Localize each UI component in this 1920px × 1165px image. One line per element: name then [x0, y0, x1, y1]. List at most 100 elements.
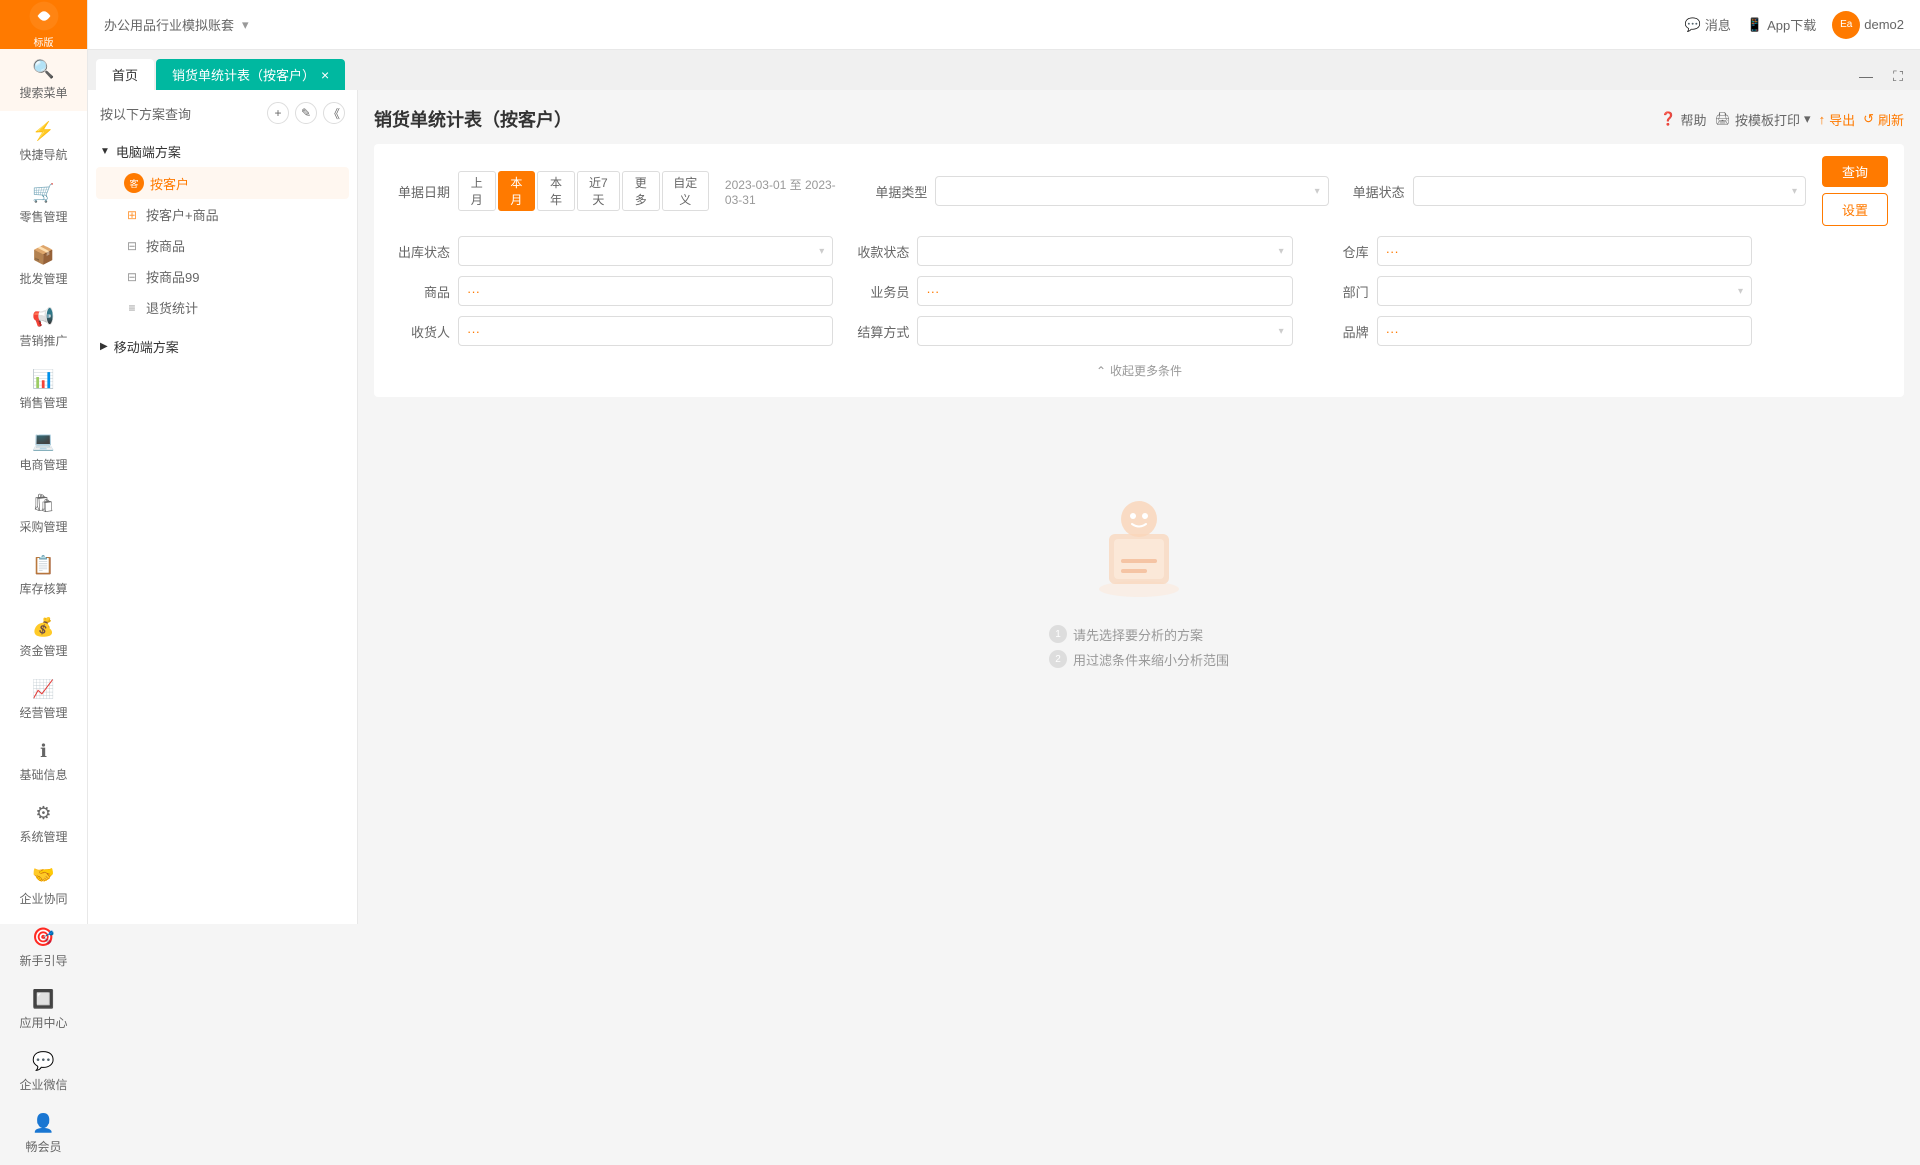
sidebar: 标版 🔍 搜索菜单 ⚡ 快捷导航 🛒 零售管理 📦 批发管理 📢 营销推广 📊 …	[0, 0, 88, 924]
right-panel: 销货单统计表（按客户） ❓ 帮助 🖨 按模板打印 ▾ ↑ 导出	[358, 90, 1920, 924]
marketing-icon: 📢	[32, 307, 54, 328]
tab-expand-btn[interactable]: ⛶	[1884, 62, 1912, 90]
help-btn[interactable]: ❓ 帮助	[1660, 110, 1706, 129]
warehouse-control[interactable]: ···	[1377, 236, 1752, 266]
date-btn-group: 上月 本月 本年 近7天 更多 自定义	[458, 171, 709, 211]
tab-home[interactable]: 首页	[96, 59, 154, 90]
sidebar-item-label: 新手引导	[19, 952, 67, 969]
tree-item-label: 按商品	[146, 236, 185, 255]
app-download-btn[interactable]: 📱 App下载	[1747, 15, 1816, 34]
payment-control[interactable]: ▾	[917, 316, 1292, 346]
sidebar-item-system[interactable]: ⚙ 系统管理	[0, 793, 87, 855]
print-btn[interactable]: 🖨 按模板打印 ▾	[1715, 110, 1811, 129]
tip-num-1: 1	[1049, 625, 1067, 643]
date-btn-this-year[interactable]: 本年	[537, 171, 575, 211]
sidebar-item-finance[interactable]: 💰 资金管理	[0, 607, 87, 669]
logo-text: 标版	[34, 34, 54, 49]
tab-bar: 首页 销货单统计表（按客户） × — ⛶	[88, 50, 1920, 90]
sidebar-item-label: 批发管理	[19, 270, 67, 287]
table2-icon: ⊟	[124, 269, 140, 285]
department-control[interactable]: ▾	[1377, 276, 1752, 306]
sidebar-item-label: 库存核算	[19, 580, 67, 597]
brand-control[interactable]: ···	[1377, 316, 1752, 346]
receipt-status-control[interactable]: ▾	[917, 236, 1292, 266]
sidebar-item-label: 企业微信	[19, 1076, 67, 1093]
add-scheme-btn[interactable]: +	[267, 102, 289, 124]
sidebar-item-newbie[interactable]: 🎯 新手引导	[0, 917, 87, 979]
sidebar-item-purchase[interactable]: 🛍 采购管理	[0, 483, 87, 545]
sidebar-item-enterprise[interactable]: 🤝 企业协同	[0, 855, 87, 917]
collapse-panel-btn[interactable]: 《	[323, 102, 345, 124]
tree-item-by-goods99[interactable]: ⊟ 按商品99	[88, 261, 357, 292]
message-btn[interactable]: 💬 消息	[1685, 15, 1731, 34]
refresh-btn[interactable]: ↺ 刷新	[1863, 110, 1904, 129]
filter-row-1: 单据日期 上月 本月 本年 近7天 更多 自定义 2023-03-01 至 20…	[390, 156, 1888, 226]
topbar-right: 💬 消息 📱 App下载 Ea demo2	[1685, 11, 1904, 39]
tree-item-by-customer[interactable]: 客 按客户	[96, 167, 349, 199]
receiver-control[interactable]: ···	[458, 316, 833, 346]
order-status-label: 单据状态	[1345, 182, 1405, 201]
tree-expand-icon: ▼	[100, 146, 110, 157]
tab-sales-report[interactable]: 销货单统计表（按客户） ×	[156, 59, 345, 90]
date-btn-more[interactable]: 更多	[622, 171, 660, 211]
logo: 标版	[0, 0, 87, 49]
date-btn-7days[interactable]: 近7天	[577, 171, 620, 211]
sidebar-item-operations[interactable]: 📈 经营管理	[0, 669, 87, 731]
tree-parent-desktop[interactable]: ▼ 电脑端方案	[88, 136, 357, 167]
sidebar-item-member[interactable]: 👤 畅会员	[0, 1103, 87, 1165]
sidebar-item-label: 系统管理	[19, 828, 67, 845]
department-label: 部门	[1309, 282, 1369, 301]
sidebar-item-sales[interactable]: 📊 销售管理	[0, 359, 87, 421]
sidebar-item-marketing[interactable]: 📢 营销推广	[0, 297, 87, 359]
sidebar-item-retail[interactable]: 🛒 零售管理	[0, 173, 87, 235]
sidebar-item-label: 应用中心	[19, 1014, 67, 1031]
sidebar-item-search[interactable]: 🔍 搜索菜单	[0, 49, 87, 111]
export-btn[interactable]: ↑ 导出	[1819, 110, 1856, 129]
user-menu[interactable]: Ea demo2	[1832, 11, 1904, 39]
sidebar-item-ecommerce[interactable]: 💻 电商管理	[0, 421, 87, 483]
tree-item-customer-goods[interactable]: ⊞ 按客户+商品	[88, 199, 357, 230]
sidebar-item-wechat[interactable]: 💬 企业微信	[0, 1041, 87, 1103]
edit-scheme-btn[interactable]: ✎	[295, 102, 317, 124]
out-status-arrow: ▾	[819, 246, 824, 257]
filter-item-brand: 品牌 ···	[1309, 316, 1752, 346]
sidebar-item-wholesale[interactable]: 📦 批发管理	[0, 235, 87, 297]
table-icon: ⊟	[124, 238, 140, 254]
date-btn-custom[interactable]: 自定义	[662, 171, 709, 211]
app-center-icon: 🔲	[32, 989, 54, 1010]
customer-icon: 客	[124, 173, 144, 193]
industry-dropdown-icon[interactable]: ▾	[242, 17, 249, 33]
date-btn-last-month[interactable]: 上月	[458, 171, 496, 211]
order-type-control[interactable]: ▾	[935, 176, 1328, 206]
sales-icon: 📊	[32, 369, 54, 390]
receiver-dots: ···	[467, 324, 480, 339]
brand-label: 品牌	[1309, 322, 1369, 341]
tree-parent-mobile[interactable]: ▶ 移动端方案	[88, 331, 357, 362]
sidebar-item-app-center[interactable]: 🔲 应用中心	[0, 979, 87, 1041]
settings-button[interactable]: 设置	[1822, 193, 1888, 226]
salesperson-control[interactable]: ···	[917, 276, 1292, 306]
tree-item-returns[interactable]: ≡ 退货统计	[88, 292, 357, 323]
date-btn-this-month[interactable]: 本月	[498, 171, 536, 211]
sidebar-item-label: 采购管理	[19, 518, 67, 535]
out-status-control[interactable]: ▾	[458, 236, 833, 266]
sidebar-item-quick-nav[interactable]: ⚡ 快捷导航	[0, 111, 87, 173]
sidebar-item-inventory[interactable]: 📋 库存核算	[0, 545, 87, 607]
sidebar-item-label: 经营管理	[19, 704, 67, 721]
tree-item-by-goods[interactable]: ⊟ 按商品	[88, 230, 357, 261]
tip-text-1: 请先选择要分析的方案	[1073, 625, 1203, 644]
collapse-label: 收起更多条件	[1110, 362, 1182, 379]
search-icon: 🔍	[32, 59, 54, 80]
order-status-control[interactable]: ▾	[1413, 176, 1806, 206]
filter-item-receiver: 收货人 ···	[390, 316, 833, 346]
sidebar-item-basic-info[interactable]: ℹ 基础信息	[0, 731, 87, 793]
goods-control[interactable]: ···	[458, 276, 833, 306]
query-button[interactable]: 查询	[1822, 156, 1888, 187]
collapse-btn[interactable]: ⌃ 收起更多条件	[390, 356, 1888, 385]
page-title: 销货单统计表（按客户）	[374, 106, 572, 132]
tab-close-btn[interactable]: ×	[321, 68, 329, 82]
tree-item-label: 按客户+商品	[146, 205, 219, 224]
topbar-left: 办公用品行业模拟账套 ▾	[104, 15, 249, 34]
user-name: demo2	[1864, 17, 1904, 32]
tab-minimize-btn[interactable]: —	[1852, 62, 1880, 90]
